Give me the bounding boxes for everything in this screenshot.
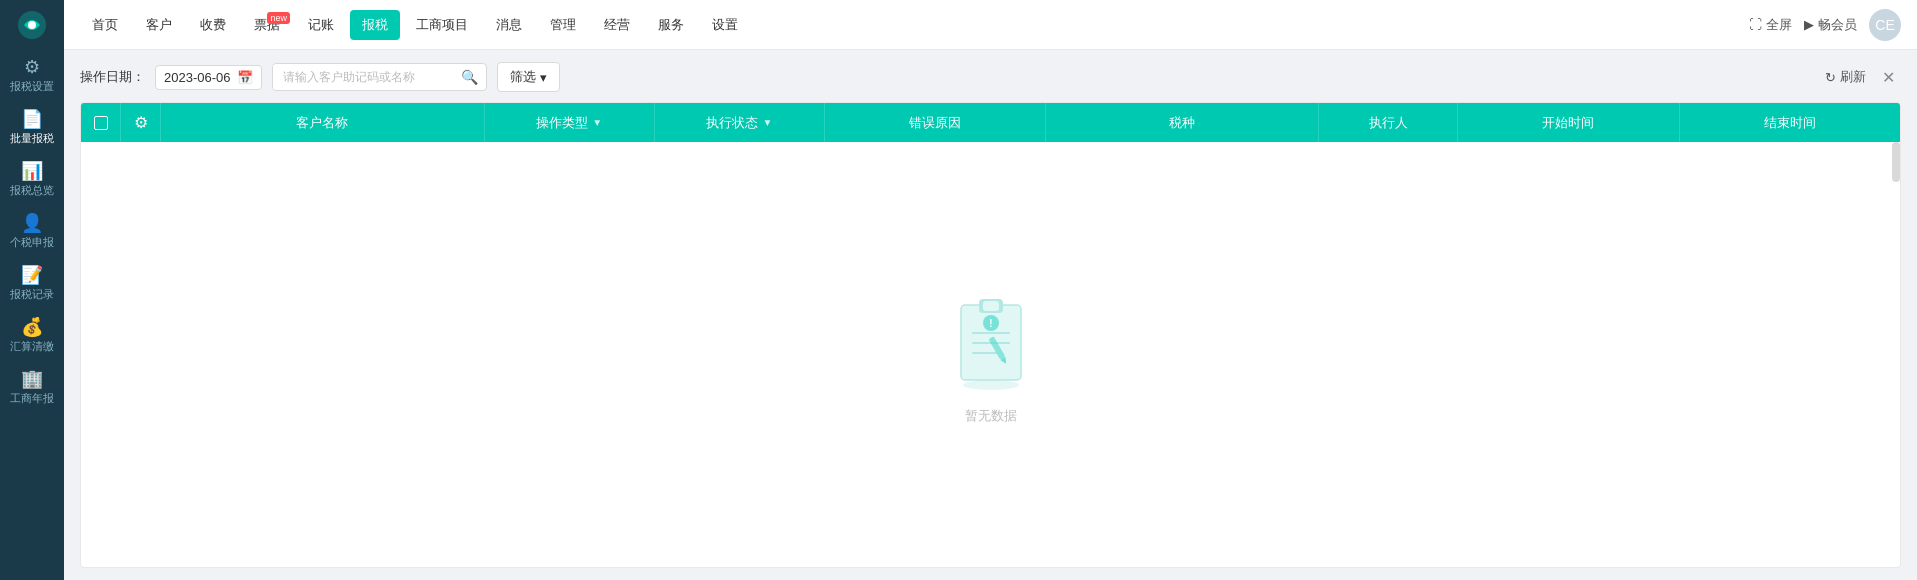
sidebar-item-baoshuishezhi[interactable]: ⚙ 报税设置 (0, 50, 64, 102)
table: ⚙ 客户名称 操作类型 ▼ 执行状态 ▼ 错误原因 税种 执行人 开始时间 (80, 102, 1901, 568)
th-checkbox[interactable] (81, 103, 121, 142)
filter-button[interactable]: 筛选 ▾ (497, 62, 560, 92)
th-endtime: 结束时间 (1680, 103, 1900, 142)
date-picker[interactable]: 2023-06-06 📅 (155, 65, 262, 90)
topnav-right: ⛶ 全屏 ▶ 畅会员 CE (1749, 9, 1901, 41)
fullscreen-button[interactable]: ⛶ 全屏 (1749, 16, 1792, 34)
nav-guanli[interactable]: 管理 (538, 10, 588, 40)
member-icon: ▶ (1804, 17, 1814, 32)
refresh-icon: ↻ (1825, 70, 1836, 85)
header-checkbox[interactable] (94, 116, 108, 130)
topnav-items: 首页 客户 收费 票据 new 记账 报税 工商项目 消息 管理 经营 服务 设… (80, 10, 1749, 40)
huisuanjiaona-icon: 💰 (21, 318, 43, 336)
gongshangnianba-icon: 🏢 (21, 370, 43, 388)
optype-filter-icon: ▼ (592, 117, 602, 128)
search-icon: 🔍 (461, 69, 478, 85)
th-client: 客户名称 (161, 103, 485, 142)
sidebar-item-gongshangnianba[interactable]: 🏢 工商年报 (0, 362, 64, 414)
search-input[interactable] (273, 65, 453, 89)
sidebar-logo (0, 0, 64, 50)
avatar[interactable]: CE (1869, 9, 1901, 41)
nav-shouye[interactable]: 首页 (80, 10, 130, 40)
baoshuishezhi-icon: ⚙ (24, 58, 40, 76)
baoshuijilu-icon: 📝 (21, 266, 43, 284)
date-label: 操作日期： (80, 68, 145, 86)
table-header: ⚙ 客户名称 操作类型 ▼ 执行状态 ▼ 错误原因 税种 执行人 开始时间 (81, 103, 1900, 142)
svg-text:!: ! (989, 318, 992, 329)
nav-gongshangxiangmu[interactable]: 工商项目 (404, 10, 480, 40)
th-optype[interactable]: 操作类型 ▼ (485, 103, 655, 142)
th-settings[interactable]: ⚙ (121, 103, 161, 142)
chevron-down-icon: ▾ (540, 70, 547, 85)
nav-fuwu[interactable]: 服务 (646, 10, 696, 40)
empty-text: 暂无数据 (965, 407, 1017, 425)
sidebar-item-baoshuizonglan[interactable]: 📊 报税总览 (0, 154, 64, 206)
th-errorreason: 错误原因 (825, 103, 1046, 142)
svg-point-12 (963, 380, 1019, 390)
nav-shezhi[interactable]: 设置 (700, 10, 750, 40)
fullscreen-icon: ⛶ (1749, 17, 1762, 32)
toolbar: 操作日期： 2023-06-06 📅 🔍 筛选 ▾ ↻ (80, 62, 1901, 92)
th-execstate[interactable]: 执行状态 ▼ (655, 103, 825, 142)
settings-icon[interactable]: ⚙ (134, 113, 148, 132)
table-body: ! 暂无数据 (81, 142, 1900, 567)
nav-kehu[interactable]: 客户 (134, 10, 184, 40)
sidebar-item-piliangbaoshui[interactable]: 📄 批量报税 (0, 102, 64, 154)
calendar-icon: 📅 (237, 70, 253, 85)
empty-state: ! 暂无数据 (941, 285, 1041, 425)
refresh-button[interactable]: ↻ 刷新 (1825, 68, 1866, 86)
empty-illustration: ! (941, 285, 1041, 395)
nav-jingying[interactable]: 经营 (592, 10, 642, 40)
nav-baoshui[interactable]: 报税 (350, 10, 400, 40)
sidebar-item-huisuanjiaona[interactable]: 💰 汇算清缴 (0, 310, 64, 362)
nav-piaoju[interactable]: 票据 new (242, 10, 292, 40)
th-executor: 执行人 (1319, 103, 1459, 142)
svg-rect-4 (983, 301, 999, 311)
th-taxtype: 税种 (1046, 103, 1318, 142)
svg-point-1 (28, 21, 36, 29)
page-content: 操作日期： 2023-06-06 📅 🔍 筛选 ▾ ↻ (64, 50, 1917, 580)
close-button[interactable]: ✕ (1876, 66, 1901, 89)
close-icon: ✕ (1882, 69, 1895, 86)
main-area: 首页 客户 收费 票据 new 记账 报税 工商项目 消息 管理 经营 服务 设… (64, 0, 1917, 580)
piaoju-badge: new (267, 12, 290, 25)
execstate-filter-icon: ▼ (762, 117, 772, 128)
nav-shoufei[interactable]: 收费 (188, 10, 238, 40)
geshuishenbao-icon: 👤 (21, 214, 43, 232)
search-button[interactable]: 🔍 (453, 64, 486, 90)
sidebar-item-geshuishenbao[interactable]: 👤 个税申报 (0, 206, 64, 258)
member-button[interactable]: ▶ 畅会员 (1804, 16, 1857, 34)
sidebar: ⚙ 报税设置 📄 批量报税 📊 报税总览 👤 个税申报 📝 报税记录 💰 汇算清… (0, 0, 64, 580)
sidebar-item-baoshuijilu[interactable]: 📝 报税记录 (0, 258, 64, 310)
baoshuizonglan-icon: 📊 (21, 162, 43, 180)
table-scrollbar[interactable] (1892, 142, 1900, 182)
date-value: 2023-06-06 (164, 70, 231, 85)
content: 操作日期： 2023-06-06 📅 🔍 筛选 ▾ ↻ (64, 50, 1917, 580)
th-starttime: 开始时间 (1458, 103, 1679, 142)
topnav: 首页 客户 收费 票据 new 记账 报税 工商项目 消息 管理 经营 服务 设… (64, 0, 1917, 50)
search-wrap: 🔍 (272, 63, 487, 91)
piliangbaoshui-icon: 📄 (21, 110, 43, 128)
nav-jizhang[interactable]: 记账 (296, 10, 346, 40)
nav-xiaoxi[interactable]: 消息 (484, 10, 534, 40)
